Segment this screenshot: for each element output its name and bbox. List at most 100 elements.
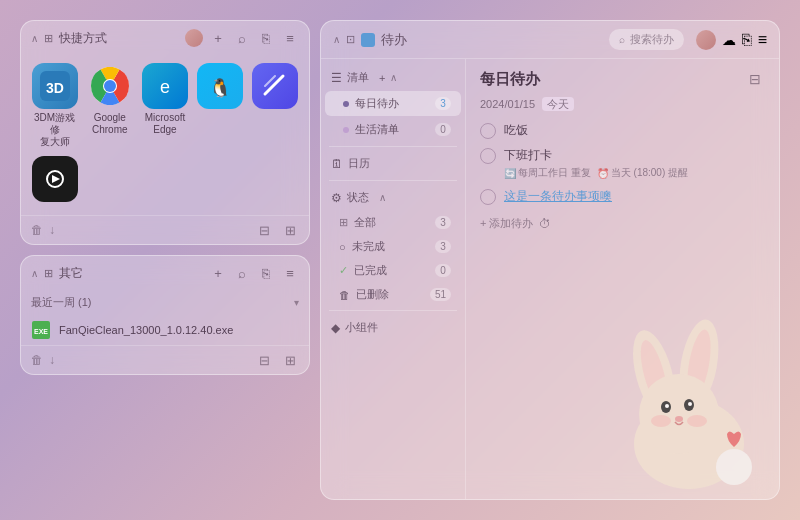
menu-others-button[interactable]: ≡ — [281, 264, 299, 282]
todo-pin-button[interactable]: ⎘ — [742, 31, 752, 49]
add-list-button[interactable]: + — [379, 72, 385, 84]
app-edge-icon: e — [142, 63, 188, 109]
divider3 — [329, 310, 457, 311]
chevron-up-icon: ∧ — [31, 33, 38, 44]
app-linear[interactable] — [252, 63, 299, 148]
app-chrome-label: Google Chrome — [86, 112, 133, 136]
add-todo-clock-icon: ⏱ — [539, 217, 551, 231]
svg-point-20 — [688, 402, 692, 406]
task-punchout-meta: 🔄 每周工作日 重复 ⏰ 当天 (18:00) 提醒 — [504, 166, 765, 180]
recent-label-row: 最近一周 (1) ▾ — [21, 290, 309, 315]
status-all-item[interactable]: ⊞ 全部 3 — [325, 211, 461, 234]
list-view-icon[interactable]: ⊟ — [255, 221, 273, 239]
shortcuts-panel: ∧ ⊞ 快捷方式 + ⌕ ⎘ ≡ 3D — [20, 20, 310, 245]
todo-menu-button[interactable]: ≡ — [758, 31, 767, 49]
task-note: 这是一条待办事项噢 — [480, 188, 765, 205]
down-icon: ↓ — [49, 223, 55, 237]
repeat-icon: 🔄 — [504, 168, 516, 179]
widget-icon: ◆ — [331, 321, 340, 335]
delete-icon2: 🗑 — [31, 353, 43, 367]
bell-icon: ⏰ — [597, 168, 609, 179]
pin-icon2: ⊞ — [44, 267, 53, 280]
repeat-text: 每周工作日 重复 — [518, 166, 591, 180]
todo-status-section-header[interactable]: ⚙ 状态 ∧ — [321, 185, 465, 210]
task-eat-content: 吃饭 — [504, 122, 765, 139]
svg-point-24 — [639, 447, 669, 471]
todo-panel-title: 待办 — [381, 31, 407, 49]
incomplete-icon: ○ — [339, 241, 346, 253]
complete-icon: ✓ — [339, 264, 348, 277]
todo-chevron-up: ∧ — [333, 34, 340, 45]
svg-point-21 — [675, 416, 683, 422]
todo-calendar-section: 🗓 日历 — [321, 151, 465, 176]
search-icon: ⌕ — [619, 34, 625, 45]
status-chevron: ∧ — [379, 192, 386, 203]
task-note-text: 这是一条待办事项噢 — [504, 189, 612, 203]
task-eat-checkbox[interactable] — [480, 123, 496, 139]
app-capcut[interactable] — [31, 156, 78, 205]
list-view-icon2[interactable]: ⊟ — [255, 351, 273, 369]
menu-shortcuts-button[interactable]: ≡ — [281, 29, 299, 47]
desktop: ∧ ⊞ 快捷方式 + ⌕ ⎘ ≡ 3D — [0, 0, 800, 520]
task-punchout-title: 下班打卡 — [504, 147, 765, 164]
status-deleted-item[interactable]: 🗑 已删除 51 — [325, 283, 461, 306]
pin-shortcuts-button[interactable]: ⎘ — [257, 29, 275, 47]
app-edge[interactable]: e Microsoft Edge — [141, 63, 188, 148]
shortcuts-grid: 3D 3DM游戏修复大师 — [21, 55, 309, 215]
left-column: ∧ ⊞ 快捷方式 + ⌕ ⎘ ≡ 3D — [20, 20, 310, 375]
todo-sidebar: ☰ 清单 + ∧ 每日待办 3 生活清单 — [321, 59, 466, 499]
task-note-checkbox[interactable] — [480, 189, 496, 205]
todo-list-section-header[interactable]: ☰ 清单 + ∧ — [321, 65, 465, 90]
chrome-svg — [91, 67, 129, 105]
search-shortcuts-button[interactable]: ⌕ — [233, 29, 251, 47]
todo-app-icon — [361, 33, 375, 47]
chevron-up-icon2: ∧ — [31, 268, 38, 279]
svg-point-12 — [625, 326, 683, 422]
app-3dm-label: 3DM游戏修复大师 — [31, 112, 78, 148]
todo-list-section: ☰ 清单 + ∧ 每日待办 3 生活清单 — [321, 65, 465, 142]
app-3dm[interactable]: 3D 3DM游戏修复大师 — [31, 63, 78, 148]
calendar-icon: 🗓 — [331, 157, 343, 171]
add-others-button[interactable]: + — [209, 264, 227, 282]
task-note-title: 这是一条待办事项噢 — [504, 188, 765, 205]
todo-panel: ∧ ⊡ 待办 ⌕ 搜索待办 ☁ ⎘ ≡ ☰ 清单 — [320, 20, 780, 500]
svg-point-22 — [651, 415, 671, 427]
recent-file-item[interactable]: EXE FanQieClean_13000_1.0.12.40.exe — [21, 315, 309, 345]
todo-life-list-item[interactable]: 生活清单 0 — [325, 117, 461, 142]
svg-point-15 — [683, 328, 715, 400]
cloud-icon: ☁ — [722, 32, 736, 48]
others-panel-header: ∧ ⊞ 其它 + ⌕ ⎘ ≡ — [21, 256, 309, 290]
grid-view-icon2[interactable]: ⊞ — [281, 351, 299, 369]
grid-view-icon[interactable]: ⊞ — [281, 221, 299, 239]
todo-calendar-section-header[interactable]: 🗓 日历 — [321, 151, 465, 176]
divider2 — [329, 180, 457, 181]
todo-daily-title: 每日待办 — [480, 70, 745, 89]
recent-chevron: ▾ — [294, 297, 299, 308]
status-section-label: 状态 — [347, 190, 369, 205]
todo-widget-section-header[interactable]: ◆ 小组件 — [321, 315, 465, 340]
add-shortcut-button[interactable]: + — [209, 29, 227, 47]
status-complete-count: 0 — [435, 264, 451, 277]
todo-daily-list-item[interactable]: 每日待办 3 — [325, 91, 461, 116]
todo-widget-section: ◆ 小组件 — [321, 315, 465, 340]
svg-text:EXE: EXE — [34, 328, 48, 335]
capcut-svg — [41, 165, 69, 193]
search-others-button[interactable]: ⌕ — [233, 264, 251, 282]
task-punchout-checkbox[interactable] — [480, 148, 496, 164]
todo-search-bar[interactable]: ⌕ 搜索待办 — [609, 29, 684, 50]
others-footer-left: 🗑 ↓ — [31, 353, 247, 367]
status-complete-item[interactable]: ✓ 已完成 0 — [325, 259, 461, 282]
add-todo-button[interactable]: + 添加待办 ⏱ — [480, 213, 765, 234]
pin-others-button[interactable]: ⎘ — [257, 264, 275, 282]
list-icon: ☰ — [331, 71, 342, 85]
app-qq[interactable]: 🐧 — [197, 63, 244, 148]
todo-pin-icon: ⊡ — [346, 33, 355, 46]
reminder-text: 当天 (18:00) 提醒 — [611, 166, 688, 180]
svg-point-19 — [684, 399, 694, 411]
status-incomplete-item[interactable]: ○ 未完成 3 — [325, 235, 461, 258]
app-chrome[interactable]: Google Chrome — [86, 63, 133, 148]
shortcuts-panel-header: ∧ ⊞ 快捷方式 + ⌕ ⎘ ≡ — [21, 21, 309, 55]
divider1 — [329, 146, 457, 147]
todo-status-section: ⚙ 状态 ∧ ⊞ 全部 3 ○ 未完成 3 — [321, 185, 465, 306]
filter-icon[interactable]: ⊟ — [745, 69, 765, 89]
